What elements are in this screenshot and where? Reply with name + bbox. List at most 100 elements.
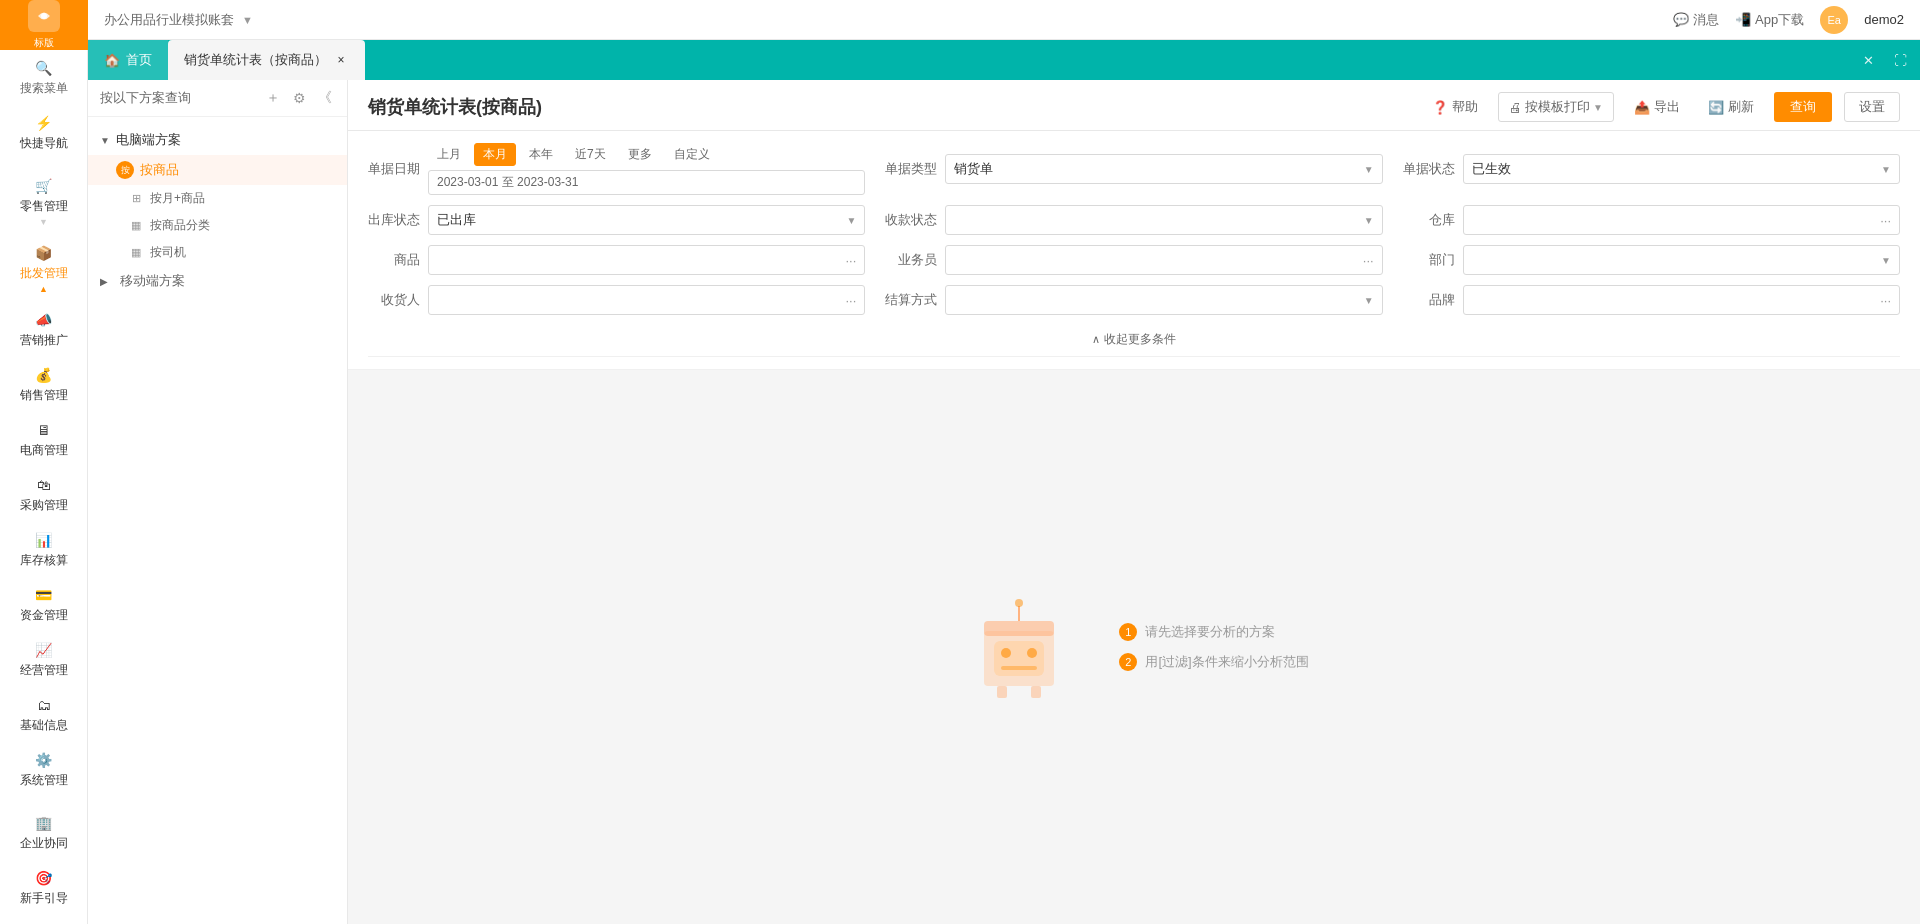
sidebar-item-sales[interactable]: 💰 销售管理 — [0, 357, 87, 412]
date-tab-last-month[interactable]: 上月 — [428, 143, 470, 166]
collapse-filters-btn[interactable]: ∧ 收起更多条件 — [368, 323, 1900, 357]
user-name[interactable]: demo2 — [1864, 12, 1904, 27]
app-subtitle: 标版 — [34, 36, 54, 50]
tab-close-btn[interactable]: × — [333, 52, 349, 68]
out-status-control[interactable]: 已出库 ▼ — [428, 205, 865, 235]
sidebar-item-retail[interactable]: 🛒 零售管理 ▼ — [0, 168, 87, 235]
tab-close-window-btn[interactable]: ✕ — [1856, 48, 1880, 72]
logo-icon — [28, 0, 60, 32]
content-area: 按以下方案查询 ＋ ⚙ 《 ▼ 电脑端方案 按 按商品 — [88, 80, 1920, 924]
main-area: 办公用品行业模拟账套 ▼ 💬 消息 📲 App下载 Ea demo2 🏠 首页 … — [88, 0, 1920, 924]
filter-cell-out-status: 出库状态 已出库 ▼ — [368, 205, 865, 235]
warehouse-dots-icon: ··· — [1880, 213, 1891, 228]
sidebar-item-label: 搜索菜单 — [20, 80, 68, 97]
sidebar-item-guide[interactable]: 🎯 新手引导 — [0, 860, 87, 915]
sidebar-item-finance[interactable]: 💳 资金管理 — [0, 577, 87, 632]
app-download-btn[interactable]: 📲 App下载 — [1735, 11, 1804, 29]
tree-item-month-product[interactable]: ⊞ 按月+商品 — [88, 185, 347, 212]
help-btn[interactable]: ❓ 帮助 — [1424, 94, 1486, 120]
month-product-icon: ⊞ — [128, 191, 144, 207]
date-tab-this-year[interactable]: 本年 — [520, 143, 562, 166]
status-dropdown-icon: ▼ — [1881, 164, 1891, 175]
message-label: 消息 — [1693, 11, 1719, 29]
operation-icon: 📈 — [34, 640, 54, 660]
salesman-dots-icon: ··· — [1363, 253, 1374, 268]
single-status-control[interactable]: 已生效 ▼ — [1463, 154, 1900, 184]
tree-item-month-product-label: 按月+商品 — [150, 190, 205, 207]
sidebar: 标版 🔍 搜索菜单 ⚡ 快捷导航 🛒 零售管理 ▼ 📦 批发管理 ▲ 📣 营销推… — [0, 0, 88, 924]
settlement-control[interactable]: ▼ — [945, 285, 1382, 315]
refresh-btn[interactable]: 🔄 刷新 — [1700, 94, 1762, 120]
brand-control[interactable]: ··· — [1463, 285, 1900, 315]
svg-rect-6 — [1001, 666, 1037, 670]
basic-icon: 🗂 — [34, 695, 54, 715]
export-btn[interactable]: 📤 导出 — [1626, 94, 1688, 120]
page-actions: ❓ 帮助 🖨 按模板打印 ▼ 📤 导出 🔄 — [1424, 92, 1900, 122]
filter-cell-date: 单据日期 上月 本月 本年 近7天 更多 自定义 — [368, 143, 865, 195]
print-btn[interactable]: 🖨 按模板打印 ▼ — [1498, 92, 1614, 122]
message-btn[interactable]: 💬 消息 — [1673, 11, 1719, 29]
collapse-panel-btn[interactable]: 《 — [315, 88, 335, 108]
tab-maximize-btn[interactable]: ⛶ — [1888, 48, 1912, 72]
left-panel-title: 按以下方案查询 — [100, 89, 255, 107]
sidebar-item-label: 系统管理 — [20, 772, 68, 789]
sidebar-item-enterprise[interactable]: 🏢 企业协同 — [0, 805, 87, 860]
collapse-up-icon: ∧ — [1092, 333, 1100, 346]
receive-status-control[interactable]: ▼ — [945, 205, 1382, 235]
empty-tip-1: 1 请先选择要分析的方案 — [1119, 623, 1308, 641]
right-content: 销货单统计表(按商品) ❓ 帮助 🖨 按模板打印 ▼ 📤 — [348, 80, 1920, 924]
finance-icon: 💳 — [34, 585, 54, 605]
date-tab-more[interactable]: 更多 — [619, 143, 661, 166]
tree-item-by-product[interactable]: 按 按商品 — [88, 155, 347, 185]
sidebar-item-quick-nav[interactable]: ⚡ 快捷导航 — [0, 105, 87, 160]
sidebar-item-marketing[interactable]: 📣 营销推广 — [0, 302, 87, 357]
single-type-control[interactable]: 销货单 ▼ — [945, 154, 1382, 184]
sidebar-item-app-center[interactable]: 📱 应用中心 — [0, 915, 87, 924]
filter-cell-product: 商品 ··· — [368, 245, 865, 275]
sidebar-item-label: 企业协同 — [20, 835, 68, 852]
tree-item-driver[interactable]: ▦ 按司机 — [88, 239, 347, 266]
user-avatar[interactable]: Ea — [1820, 6, 1848, 34]
date-tab-7days[interactable]: 近7天 — [566, 143, 615, 166]
date-tab-custom[interactable]: 自定义 — [665, 143, 719, 166]
tree-item-category[interactable]: ▦ 按商品分类 — [88, 212, 347, 239]
product-control[interactable]: ··· — [428, 245, 865, 275]
sidebar-item-inventory[interactable]: 📊 库存核算 — [0, 522, 87, 577]
sidebar-item-system[interactable]: ⚙️ 系统管理 — [0, 742, 87, 797]
tree-group-pc[interactable]: ▼ 电脑端方案 — [88, 125, 347, 155]
sidebar-item-basic[interactable]: 🗂 基础信息 — [0, 687, 87, 742]
date-range-display[interactable]: 2023-03-01 至 2023-03-31 — [428, 170, 865, 195]
tab-home[interactable]: 🏠 首页 — [88, 40, 168, 80]
filter-cell-brand: 品牌 ··· — [1403, 285, 1900, 315]
department-dropdown-icon: ▼ — [1881, 255, 1891, 266]
settings-btn[interactable]: 设置 — [1844, 92, 1900, 122]
tree-group-mobile[interactable]: ▶ 移动端方案 — [88, 266, 347, 296]
left-panel: 按以下方案查询 ＋ ⚙ 《 ▼ 电脑端方案 按 按商品 — [88, 80, 348, 924]
department-control[interactable]: ▼ — [1463, 245, 1900, 275]
date-tab-this-month[interactable]: 本月 — [474, 143, 516, 166]
warehouse-control[interactable]: ··· — [1463, 205, 1900, 235]
add-scheme-btn[interactable]: ＋ — [263, 88, 283, 108]
filter-cell-receiver: 收货人 ··· — [368, 285, 865, 315]
tab-report[interactable]: 销货单统计表（按商品） × — [168, 40, 365, 80]
settings-scheme-btn[interactable]: ⚙ — [289, 88, 309, 108]
query-btn[interactable]: 查询 — [1774, 92, 1832, 122]
sidebar-item-ecommerce[interactable]: 🖥 电商管理 — [0, 412, 87, 467]
chevron-up-icon: ▲ — [39, 284, 48, 294]
receiver-control[interactable]: ··· — [428, 285, 865, 315]
message-icon: 💬 — [1673, 12, 1689, 27]
sidebar-item-wholesale[interactable]: 📦 批发管理 ▲ — [0, 235, 87, 302]
filter-cell-department: 部门 ▼ — [1403, 245, 1900, 275]
filter-cell-settlement: 结算方式 ▼ — [885, 285, 1382, 315]
sidebar-item-search-menu[interactable]: 🔍 搜索菜单 — [0, 50, 87, 105]
filter-cell-receive-status: 收款状态 ▼ — [885, 205, 1382, 235]
print-label: 按模板打印 — [1525, 98, 1590, 116]
tree-group-mobile-label: 移动端方案 — [120, 272, 185, 290]
empty-tip-2: 2 用[过滤]条件来缩小分析范围 — [1119, 653, 1308, 671]
sidebar-item-label: 营销推广 — [20, 332, 68, 349]
sidebar-item-purchase[interactable]: 🛍 采购管理 — [0, 467, 87, 522]
sidebar-item-operation[interactable]: 📈 经营管理 — [0, 632, 87, 687]
empty-state-content: 1 请先选择要分析的方案 2 用[过滤]条件来缩小分析范围 — [959, 586, 1308, 709]
dropdown-icon[interactable]: ▼ — [242, 14, 253, 26]
salesman-control[interactable]: ··· — [945, 245, 1382, 275]
